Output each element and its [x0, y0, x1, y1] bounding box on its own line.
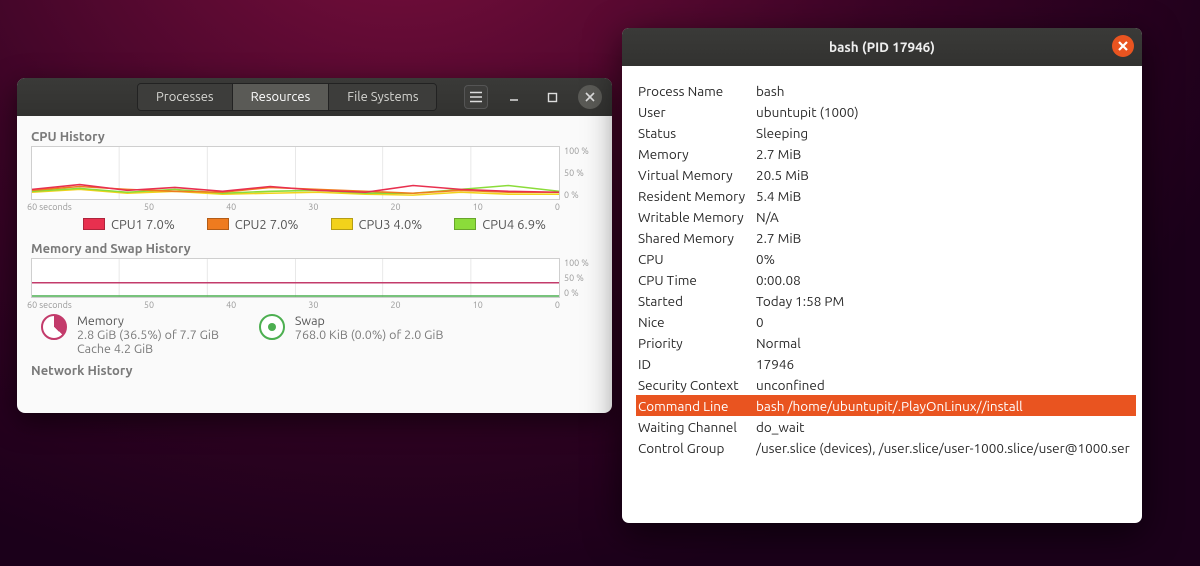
resources-pane: CPU History 100 %50 %0 % 60 seconds 5040: [17, 116, 612, 386]
memswap-chart[interactable]: [31, 258, 560, 298]
view-tabs: Processes Resources File Systems: [137, 83, 437, 111]
legend-item[interactable]: CPU4 6.9%: [454, 218, 546, 232]
memswap-chart-yaxis: 100 %50 %0 %: [560, 258, 598, 298]
property-row[interactable]: Control Group/user.slice (devices), /use…: [636, 437, 1136, 458]
property-row[interactable]: StartedToday 1:58 PM: [636, 290, 1136, 311]
property-row[interactable]: Resident Memory5.4 MiB: [636, 185, 1136, 206]
property-row[interactable]: CPU Time0:00.08: [636, 269, 1136, 290]
memswap-chart-xaxis: 60 seconds 50403020100: [31, 298, 598, 310]
tab-processes[interactable]: Processes: [138, 84, 233, 110]
memory-summary: Memory 2.8 GiB (36.5%) of 7.7 GiB Cache …: [41, 314, 219, 356]
close-button[interactable]: [578, 85, 602, 109]
hamburger-menu-icon[interactable]: [464, 85, 488, 109]
property-row[interactable]: ID17946: [636, 353, 1136, 374]
property-row[interactable]: Memory2.7 MiB: [636, 143, 1136, 164]
titlebar[interactable]: Processes Resources File Systems: [17, 78, 612, 116]
property-row[interactable]: Userubuntupit (1000): [636, 101, 1136, 122]
property-row[interactable]: StatusSleeping: [636, 122, 1136, 143]
swap-summary: Swap 768.0 KiB (0.0%) of 2.0 GiB: [259, 314, 444, 356]
properties-titlebar[interactable]: bash (PID 17946): [622, 28, 1142, 66]
property-row[interactable]: PriorityNormal: [636, 332, 1136, 353]
system-monitor-window: Processes Resources File Systems CPU His…: [17, 78, 612, 413]
swap-pie-icon: [259, 314, 285, 340]
property-row[interactable]: Shared Memory2.7 MiB: [636, 227, 1136, 248]
maximize-button[interactable]: [540, 85, 564, 109]
legend-item[interactable]: CPU1 7.0%: [83, 218, 175, 232]
tab-resources[interactable]: Resources: [233, 84, 330, 110]
property-row[interactable]: CPU0%: [636, 248, 1136, 269]
cpu-legend: CPU1 7.0% CPU2 7.0% CPU3 4.0% CPU4 6.9%: [31, 218, 598, 232]
property-row[interactable]: Virtual Memory20.5 MiB: [636, 164, 1136, 185]
process-properties-window: bash (PID 17946) Process NamebashUserubu…: [622, 28, 1142, 523]
memory-pie-icon: [41, 314, 67, 340]
properties-title: bash (PID 17946): [829, 39, 935, 55]
properties-table[interactable]: Process NamebashUserubuntupit (1000)Stat…: [622, 66, 1142, 523]
minimize-button[interactable]: [502, 85, 526, 109]
cpu-history-title: CPU History: [31, 130, 598, 144]
cpu-chart-yaxis: 100 %50 %0 %: [560, 146, 598, 200]
property-row[interactable]: Writable MemoryN/A: [636, 206, 1136, 227]
legend-item[interactable]: CPU2 7.0%: [207, 218, 299, 232]
cpu-history-chart[interactable]: [31, 146, 560, 200]
property-row[interactable]: Security Contextunconfined: [636, 374, 1136, 395]
property-row[interactable]: Process Namebash: [636, 80, 1136, 101]
cpu-chart-xaxis: 60 seconds 50403020100: [31, 200, 598, 212]
legend-item[interactable]: CPU3 4.0%: [331, 218, 423, 232]
property-row[interactable]: Command Linebash /home/ubuntupit/.PlayOn…: [636, 395, 1136, 416]
close-button[interactable]: [1112, 35, 1134, 57]
network-history-title: Network History: [31, 364, 598, 378]
property-row[interactable]: Waiting Channeldo_wait: [636, 416, 1136, 437]
memswap-title: Memory and Swap History: [31, 242, 598, 256]
property-row[interactable]: Nice0: [636, 311, 1136, 332]
tab-filesystems[interactable]: File Systems: [329, 84, 436, 110]
